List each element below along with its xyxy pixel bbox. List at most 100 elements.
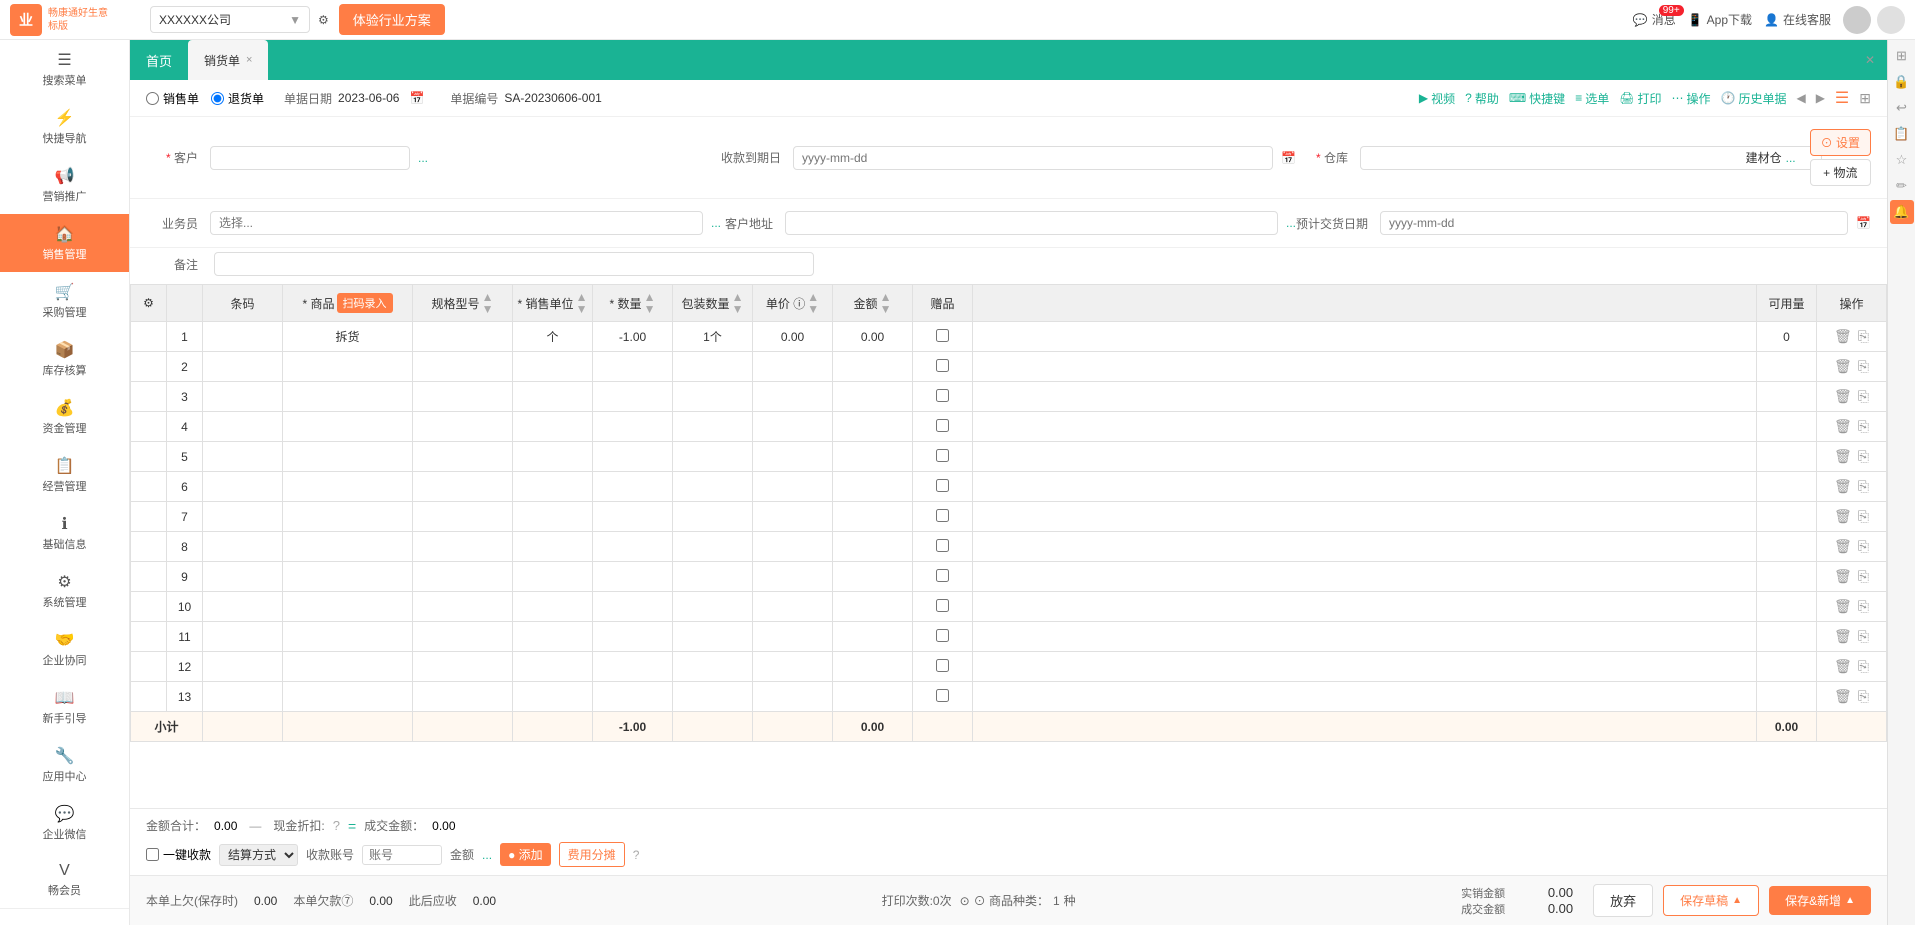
cell-amount-10[interactable] (833, 622, 913, 652)
cell-amount-0[interactable]: 0.00 (833, 322, 913, 352)
copy-icon-9[interactable]: ⎘ (1858, 598, 1869, 615)
cell-unit-5[interactable] (513, 472, 593, 502)
sidebar-item-6[interactable]: 💰资金管理 (0, 388, 129, 446)
delete-icon-9[interactable]: 🗑 (1834, 598, 1852, 615)
cell-price-3[interactable] (753, 412, 833, 442)
account-input[interactable] (362, 845, 442, 865)
right-tool-expand[interactable]: ⊞ (1890, 44, 1914, 68)
save-draft-button[interactable]: 保存草稿 ▲ (1663, 885, 1759, 916)
trial-button[interactable]: 体验行业方案 (339, 4, 445, 35)
cell-product-4[interactable] (283, 442, 413, 472)
setting-button[interactable]: ⊙ 设置 (1810, 129, 1871, 156)
cell-spec-3[interactable] (413, 412, 513, 442)
cell-barcode-5[interactable] (203, 472, 283, 502)
cell-price-4[interactable] (753, 442, 833, 472)
cell-barcode-8[interactable] (203, 562, 283, 592)
copy-icon-7[interactable]: ⎘ (1858, 538, 1869, 555)
sidebar-item-12[interactable]: 🔧应用中心 (0, 736, 129, 794)
copy-icon-3[interactable]: ⎘ (1858, 418, 1869, 435)
cell-barcode-2[interactable] (203, 382, 283, 412)
cell-qty-5[interactable] (593, 472, 673, 502)
cell-packqty-0[interactable]: 1个 (673, 322, 753, 352)
cell-unit-10[interactable] (513, 622, 593, 652)
company-selector[interactable]: XXXXXX公司 ▼ (150, 6, 310, 33)
gift-checkbox-11[interactable] (936, 659, 949, 672)
customer-dots[interactable]: ... (418, 151, 428, 165)
cell-product-11[interactable] (283, 652, 413, 682)
cell-spec-5[interactable] (413, 472, 513, 502)
delete-icon-2[interactable]: 🗑 (1834, 388, 1852, 405)
cell-amount-5[interactable] (833, 472, 913, 502)
print-action[interactable]: 🖨 打印 (1619, 90, 1661, 107)
cell-price-7[interactable] (753, 532, 833, 562)
cell-spec-1[interactable] (413, 352, 513, 382)
sidebar-item-8[interactable]: ℹ基础信息 (0, 504, 129, 562)
cell-spec-10[interactable] (413, 622, 513, 652)
cell-product-3[interactable] (283, 412, 413, 442)
cell-amount-4[interactable] (833, 442, 913, 472)
discard-button[interactable]: 放弃 (1593, 884, 1653, 917)
cell-gift-5[interactable] (913, 472, 973, 502)
cell-product-9[interactable] (283, 592, 413, 622)
gift-checkbox-0[interactable] (936, 329, 949, 342)
cell-spec-7[interactable] (413, 532, 513, 562)
cell-barcode-3[interactable] (203, 412, 283, 442)
expected-date-calendar-icon[interactable]: 📅 (1856, 216, 1871, 230)
right-tool-undo[interactable]: ↩ (1890, 96, 1914, 120)
help-action[interactable]: ? 帮助 (1465, 90, 1499, 107)
grid-view-icon[interactable]: ⊞ (1859, 90, 1871, 107)
delete-icon-4[interactable]: 🗑 (1834, 448, 1852, 465)
cell-product-12[interactable] (283, 682, 413, 712)
pay-date-input[interactable] (793, 146, 1273, 170)
cell-amount-11[interactable] (833, 652, 913, 682)
gift-checkbox-12[interactable] (936, 689, 949, 702)
cell-price-10[interactable] (753, 622, 833, 652)
add-dots[interactable]: ... (482, 848, 492, 862)
cell-price-1[interactable] (753, 352, 833, 382)
cell-qty-1[interactable] (593, 352, 673, 382)
message-item[interactable]: 💬 消息 99+ (1633, 11, 1676, 28)
cell-spec-9[interactable] (413, 592, 513, 622)
cell-unit-4[interactable] (513, 442, 593, 472)
th-gear[interactable]: ⚙ (131, 285, 167, 322)
cell-packqty-11[interactable] (673, 652, 753, 682)
right-tool-lock[interactable]: 🔒 (1890, 70, 1914, 94)
save-new-button[interactable]: 保存&新增 ▲ (1769, 886, 1871, 915)
customer-addr-input[interactable] (785, 211, 1278, 235)
delete-icon-7[interactable]: 🗑 (1834, 538, 1852, 555)
one-click-pay-input[interactable] (146, 848, 159, 861)
cell-unit-11[interactable] (513, 652, 593, 682)
gift-checkbox-9[interactable] (936, 599, 949, 612)
delete-icon-10[interactable]: 🗑 (1834, 628, 1852, 645)
sidebar-item-10[interactable]: 🤝企业协同 (0, 620, 129, 678)
radio-return-label[interactable]: 退货单 (211, 90, 264, 107)
sidebar-item-1[interactable]: ⚡快捷导航 (0, 98, 129, 156)
cell-gift-2[interactable] (913, 382, 973, 412)
gift-checkbox-3[interactable] (936, 419, 949, 432)
cell-gift-6[interactable] (913, 502, 973, 532)
radio-return-input[interactable] (211, 92, 224, 105)
gift-checkbox-1[interactable] (936, 359, 949, 372)
cell-barcode-10[interactable] (203, 622, 283, 652)
cell-product-1[interactable] (283, 352, 413, 382)
cell-amount-9[interactable] (833, 592, 913, 622)
cell-unit-8[interactable] (513, 562, 593, 592)
cell-gift-3[interactable] (913, 412, 973, 442)
cell-barcode-7[interactable] (203, 532, 283, 562)
copy-icon-2[interactable]: ⎘ (1858, 388, 1869, 405)
sidebar-item-5[interactable]: 📦库存核算 (0, 330, 129, 388)
gift-checkbox-10[interactable] (936, 629, 949, 642)
cell-price-5[interactable] (753, 472, 833, 502)
cell-gift-8[interactable] (913, 562, 973, 592)
cell-packqty-5[interactable] (673, 472, 753, 502)
cell-qty-3[interactable] (593, 412, 673, 442)
salesman-input[interactable] (210, 211, 703, 235)
copy-icon-4[interactable]: ⎘ (1858, 448, 1869, 465)
cell-qty-12[interactable] (593, 682, 673, 712)
sidebar-item-0[interactable]: ☰搜索菜单 (0, 40, 129, 98)
gift-checkbox-7[interactable] (936, 539, 949, 552)
copy-icon-11[interactable]: ⎘ (1858, 658, 1869, 675)
cell-barcode-1[interactable] (203, 352, 283, 382)
cell-spec-0[interactable] (413, 322, 513, 352)
cell-packqty-9[interactable] (673, 592, 753, 622)
